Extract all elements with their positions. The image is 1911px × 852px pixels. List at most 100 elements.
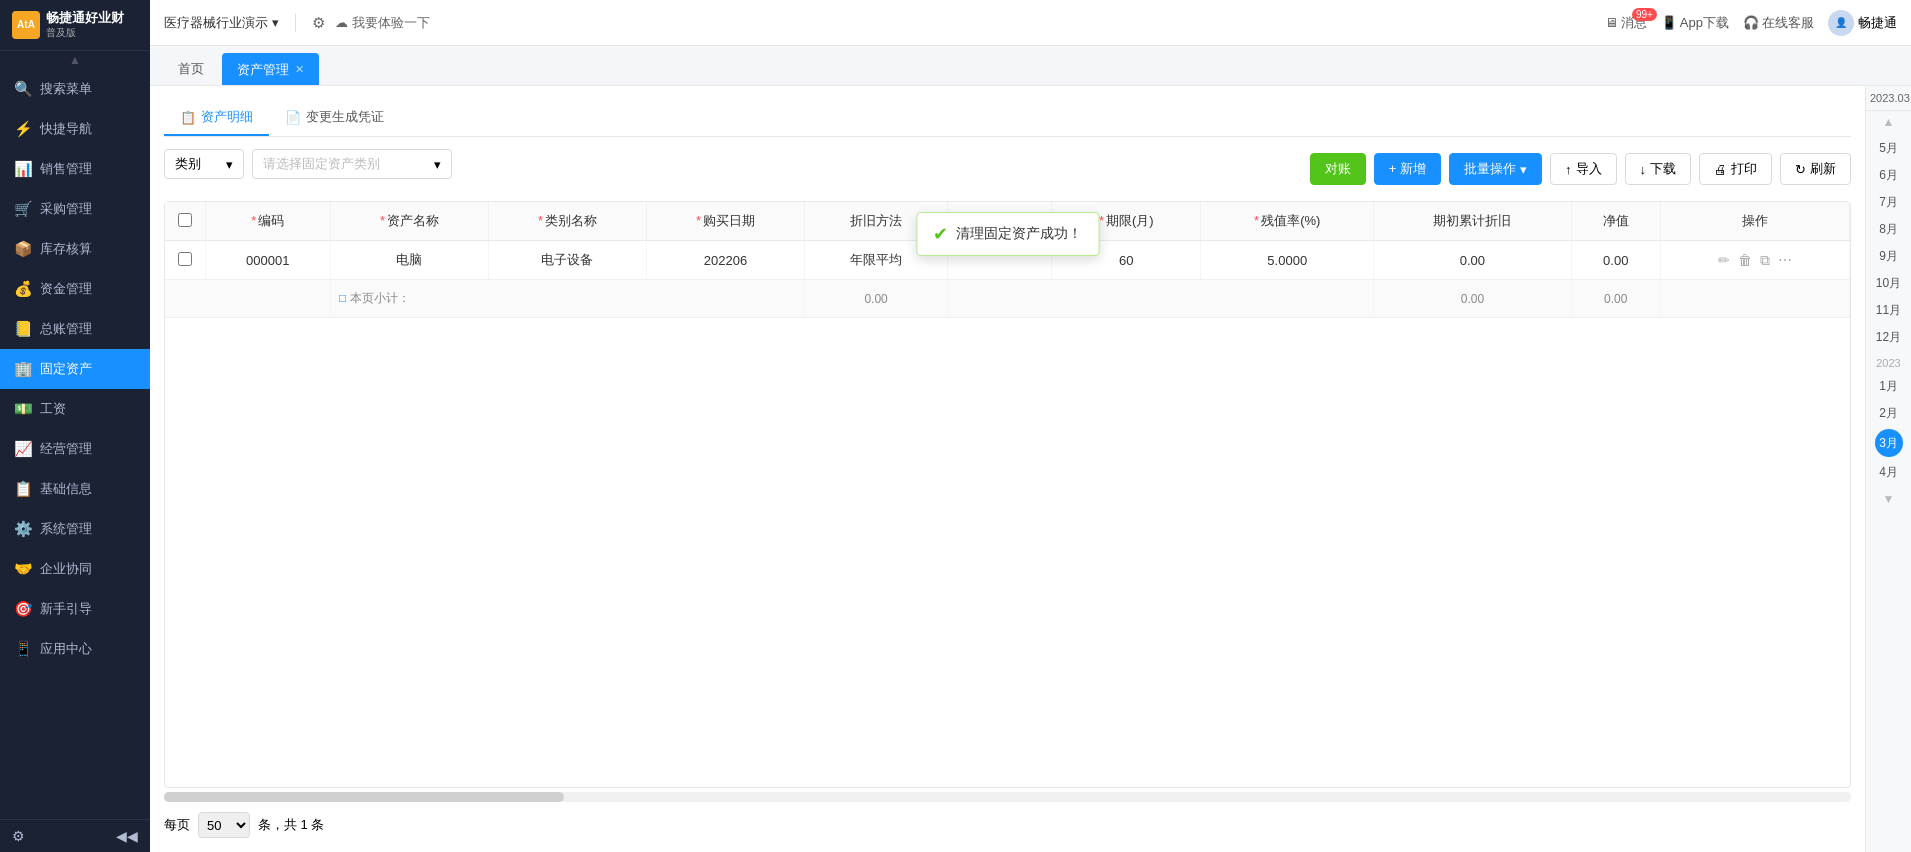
sidebar-label-14: 应用中心: [40, 640, 92, 658]
collapse-icon[interactable]: ◀◀: [116, 828, 138, 844]
cal-month-2023-1[interactable]: 1月: [1866, 373, 1911, 400]
cal-scroll-up[interactable]: ▲: [1866, 111, 1911, 133]
category-filter[interactable]: 类别 ▾: [164, 149, 244, 179]
message-btn[interactable]: 🖥 消息 99+: [1605, 14, 1647, 32]
app-logo: AtA 畅捷通好业财 普及版: [0, 0, 150, 51]
cal-month-7[interactable]: 7月: [1866, 189, 1911, 216]
content-wrapper: 📋 资产明细 📄 变更生成凭证 类别 ▾: [150, 86, 1865, 852]
sidebar-item-新手引导[interactable]: 🎯新手引导: [0, 589, 150, 629]
year-2023-label: 2023: [1876, 353, 1900, 371]
th-category-name: *类别名称: [488, 202, 646, 241]
asset-detail-icon: 📋: [180, 110, 196, 125]
row-checkbox[interactable]: [178, 252, 192, 266]
experience-btn[interactable]: ☁ 我要体验一下: [335, 14, 430, 32]
horizontal-scrollbar[interactable]: [164, 792, 1851, 802]
select-all-checkbox[interactable]: [178, 213, 192, 227]
sidebar-icon-10: 📋: [14, 480, 32, 498]
cal-month-12[interactable]: 12月: [1866, 324, 1911, 351]
category-filter-arrow: ▾: [226, 157, 233, 172]
category-filter-label: 类别: [175, 155, 201, 173]
refresh-btn[interactable]: ↻ 刷新: [1780, 153, 1851, 185]
logo-text: 畅捷通好业财: [46, 10, 124, 26]
sidebar-item-采购管理[interactable]: 🛒采购管理: [0, 189, 150, 229]
user-profile[interactable]: 👤 畅捷通: [1828, 10, 1897, 36]
batch-ops-btn[interactable]: 批量操作 ▾: [1449, 153, 1542, 185]
cal-month-2023-4[interactable]: 4月: [1866, 459, 1911, 486]
td-subtotal-actions: [1660, 280, 1849, 318]
sidebar-item-资金管理[interactable]: 💰资金管理: [0, 269, 150, 309]
sidebar-item-经营管理[interactable]: 📈经营管理: [0, 429, 150, 469]
sidebar-item-固定资产[interactable]: 🏢固定资产: [0, 349, 150, 389]
tab-close-icon[interactable]: ✕: [295, 63, 304, 76]
sidebar-scroll-up[interactable]: ▲: [0, 51, 150, 69]
pagination: 每页 50 100 200 条，共 1 条: [164, 802, 1851, 838]
scrollbar-thumb: [164, 792, 564, 802]
th-residual-rate: *残值率(%): [1201, 202, 1374, 241]
td-code: 000001: [205, 241, 330, 280]
more-icon[interactable]: ⋯: [1778, 252, 1792, 269]
sidebar-icon-4: 📦: [14, 240, 32, 258]
asset-category-arrow: ▾: [434, 157, 441, 172]
sidebar-item-系统管理[interactable]: ⚙️系统管理: [0, 509, 150, 549]
td-net-value: 0.00: [1571, 241, 1660, 280]
td-subtotal-net: 0.00: [1571, 280, 1660, 318]
cal-scroll-down[interactable]: ▼: [1866, 488, 1911, 510]
subtab-change-voucher[interactable]: 📄 变更生成凭证: [269, 100, 400, 136]
experience-label: 我要体验一下: [352, 14, 430, 32]
success-toast: ✔ 清理固定资产成功！: [916, 212, 1099, 256]
calendar-toggle[interactable]: ◀: [1865, 469, 1866, 501]
sidebar-label-2: 销售管理: [40, 160, 92, 178]
th-net-value: 净值: [1571, 202, 1660, 241]
add-new-btn[interactable]: + 新增: [1374, 153, 1441, 185]
sidebar-label-6: 总账管理: [40, 320, 92, 338]
app-download-btn[interactable]: 📱 App下载: [1661, 14, 1729, 32]
topbar: 医疗器械行业演示 ▾ ⚙ ☁ 我要体验一下 🖥 消息 99+ 📱 App下载 🎧…: [150, 0, 1911, 46]
delete-icon[interactable]: 🗑: [1738, 252, 1752, 269]
download-btn[interactable]: ↓ 下载: [1625, 153, 1692, 185]
import-btn[interactable]: ↑ 导入: [1550, 153, 1617, 185]
avatar: 👤: [1828, 10, 1854, 36]
sidebar-icon-8: 💵: [14, 400, 32, 418]
sidebar-item-企业协同[interactable]: 🤝企业协同: [0, 549, 150, 589]
settings-icon[interactable]: ⚙: [12, 828, 25, 844]
edit-icon[interactable]: ✏: [1718, 252, 1730, 269]
sidebar-nav: 🔍搜索菜单⚡快捷导航📊销售管理🛒采购管理📦库存核算💰资金管理📒总账管理🏢固定资产…: [0, 69, 150, 819]
sidebar-item-销售管理[interactable]: 📊销售管理: [0, 149, 150, 189]
sidebar-item-总账管理[interactable]: 📒总账管理: [0, 309, 150, 349]
page-size-select[interactable]: 50 100 200: [198, 812, 250, 838]
sidebar-item-工资[interactable]: 💵 工资: [0, 389, 150, 429]
cal-month-2023-2[interactable]: 2月: [1866, 400, 1911, 427]
logo-sub: 普及版: [46, 26, 124, 40]
tab-home[interactable]: 首页: [164, 53, 218, 85]
sidebar-label-8: 工资: [40, 400, 66, 418]
filter-row: 类别 ▾ 请选择固定资产类别 ▾: [164, 149, 452, 179]
reconcile-btn[interactable]: 对账: [1310, 153, 1366, 185]
sidebar-item-基础信息[interactable]: 📋基础信息: [0, 469, 150, 509]
copy-icon[interactable]: ⧉: [1760, 252, 1770, 269]
company-name: 医疗器械行业演示: [164, 14, 268, 32]
cal-month-8[interactable]: 8月: [1866, 216, 1911, 243]
sidebar-item-快捷导航[interactable]: ⚡快捷导航: [0, 109, 150, 149]
asset-detail-label: 资产明细: [201, 108, 253, 126]
asset-category-selector[interactable]: 请选择固定资产类别 ▾: [252, 149, 452, 179]
calendar-header: 2023.03: [1866, 86, 1911, 111]
tab-assets[interactable]: 资产管理 ✕: [222, 53, 319, 85]
cal-month-5[interactable]: 5月: [1866, 135, 1911, 162]
td-subtotal-label: □本页小计：: [330, 280, 804, 318]
cal-month-9[interactable]: 9月: [1866, 243, 1911, 270]
td-checkbox[interactable]: [165, 241, 205, 280]
sidebar-label-12: 企业协同: [40, 560, 92, 578]
online-service-btn[interactable]: 🎧 在线客服: [1743, 14, 1814, 32]
cal-month-2023-3[interactable]: 3月: [1875, 429, 1903, 457]
print-btn[interactable]: 🖨 打印: [1699, 153, 1772, 185]
sidebar-item-搜索菜单[interactable]: 🔍搜索菜单: [0, 69, 150, 109]
cal-month-11[interactable]: 11月: [1866, 297, 1911, 324]
sidebar-item-应用中心[interactable]: 📱应用中心: [0, 629, 150, 669]
sidebar-item-库存核算[interactable]: 📦库存核算: [0, 229, 150, 269]
td-actions: ✏ 🗑 ⧉ ⋯: [1660, 241, 1849, 280]
subtab-asset-detail[interactable]: 📋 资产明细: [164, 100, 269, 136]
cal-month-10[interactable]: 10月: [1866, 270, 1911, 297]
settings-icon[interactable]: ⚙: [312, 14, 325, 32]
cal-month-6[interactable]: 6月: [1866, 162, 1911, 189]
company-selector[interactable]: 医疗器械行业演示 ▾: [164, 14, 279, 32]
